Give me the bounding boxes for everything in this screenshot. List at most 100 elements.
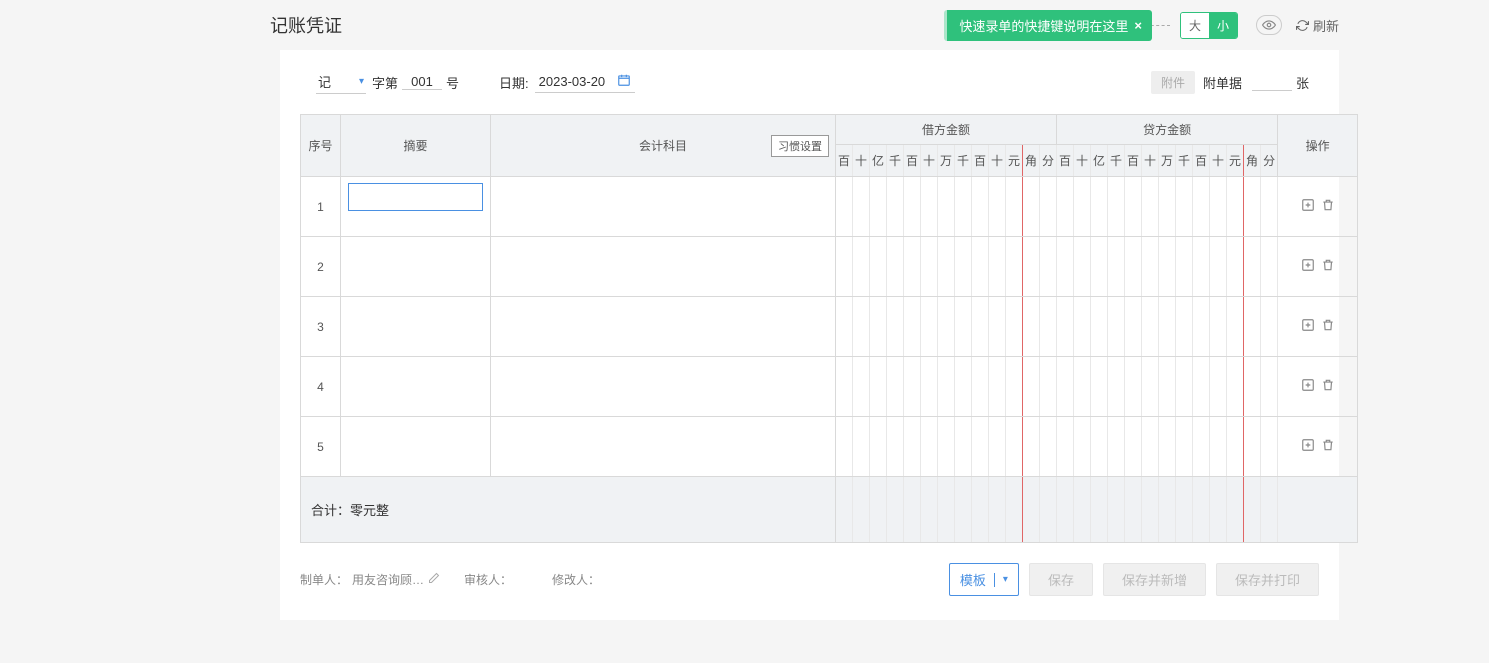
amount-digit-cell[interactable] xyxy=(1159,177,1176,237)
attach-button[interactable]: 附件 xyxy=(1151,71,1195,94)
amount-digit-cell[interactable] xyxy=(870,297,887,357)
save-button[interactable]: 保存 xyxy=(1029,563,1093,596)
amount-digit-cell[interactable] xyxy=(853,357,870,417)
add-row-icon[interactable] xyxy=(1301,441,1315,455)
account-cell[interactable] xyxy=(491,417,836,477)
amount-digit-cell[interactable] xyxy=(1108,417,1125,477)
edit-maker-icon[interactable] xyxy=(428,572,440,587)
amount-digit-cell[interactable] xyxy=(904,297,921,357)
voucher-type-select[interactable]: 记 ▾ xyxy=(316,70,366,94)
summary-cell[interactable] xyxy=(341,177,491,237)
amount-digit-cell[interactable] xyxy=(1176,237,1193,297)
amount-digit-cell[interactable] xyxy=(1176,417,1193,477)
amount-digit-cell[interactable] xyxy=(1193,177,1210,237)
amount-digit-cell[interactable] xyxy=(989,177,1006,237)
add-row-icon[interactable] xyxy=(1301,381,1315,395)
account-cell[interactable] xyxy=(491,177,836,237)
amount-digit-cell[interactable] xyxy=(1193,237,1210,297)
add-row-icon[interactable] xyxy=(1301,261,1315,275)
amount-digit-cell[interactable] xyxy=(938,177,955,237)
amount-digit-cell[interactable] xyxy=(1210,357,1227,417)
summary-cell[interactable] xyxy=(341,237,491,297)
amount-digit-cell[interactable] xyxy=(836,357,853,417)
amount-digit-cell[interactable] xyxy=(1261,237,1278,297)
account-cell[interactable] xyxy=(491,357,836,417)
summary-cell[interactable] xyxy=(341,357,491,417)
amount-digit-cell[interactable] xyxy=(972,357,989,417)
amount-digit-cell[interactable] xyxy=(1057,237,1074,297)
size-toggle[interactable]: 大 小 xyxy=(1180,12,1238,39)
amount-digit-cell[interactable] xyxy=(1023,237,1040,297)
amount-digit-cell[interactable] xyxy=(1040,177,1057,237)
amount-digit-cell[interactable] xyxy=(1091,177,1108,237)
amount-digit-cell[interactable] xyxy=(938,237,955,297)
amount-digit-cell[interactable] xyxy=(921,177,938,237)
amount-digit-cell[interactable] xyxy=(921,417,938,477)
amount-digit-cell[interactable] xyxy=(1142,297,1159,357)
amount-digit-cell[interactable] xyxy=(972,177,989,237)
amount-digit-cell[interactable] xyxy=(1040,357,1057,417)
delete-row-icon[interactable] xyxy=(1321,321,1335,335)
summary-cell[interactable] xyxy=(341,297,491,357)
amount-digit-cell[interactable] xyxy=(955,177,972,237)
amount-digit-cell[interactable] xyxy=(904,237,921,297)
save-print-button[interactable]: 保存并打印 xyxy=(1216,563,1319,596)
account-cell[interactable] xyxy=(491,237,836,297)
amount-digit-cell[interactable] xyxy=(1091,237,1108,297)
amount-digit-cell[interactable] xyxy=(1193,417,1210,477)
amount-digit-cell[interactable] xyxy=(1125,177,1142,237)
amount-digit-cell[interactable] xyxy=(836,297,853,357)
amount-digit-cell[interactable] xyxy=(1227,177,1244,237)
amount-digit-cell[interactable] xyxy=(989,357,1006,417)
amount-digit-cell[interactable] xyxy=(1125,237,1142,297)
amount-digit-cell[interactable] xyxy=(904,177,921,237)
amount-digit-cell[interactable] xyxy=(1261,357,1278,417)
amount-digit-cell[interactable] xyxy=(1142,417,1159,477)
amount-digit-cell[interactable] xyxy=(1006,177,1023,237)
amount-digit-cell[interactable] xyxy=(1091,357,1108,417)
amount-digit-cell[interactable] xyxy=(1040,297,1057,357)
amount-digit-cell[interactable] xyxy=(989,297,1006,357)
amount-digit-cell[interactable] xyxy=(836,237,853,297)
amount-digit-cell[interactable] xyxy=(1176,177,1193,237)
delete-row-icon[interactable] xyxy=(1321,441,1335,455)
amount-digit-cell[interactable] xyxy=(938,417,955,477)
amount-digit-cell[interactable] xyxy=(1108,237,1125,297)
amount-digit-cell[interactable] xyxy=(853,177,870,237)
amount-digit-cell[interactable] xyxy=(921,237,938,297)
amount-digit-cell[interactable] xyxy=(1074,237,1091,297)
amount-digit-cell[interactable] xyxy=(1261,297,1278,357)
delete-row-icon[interactable] xyxy=(1321,381,1335,395)
summary-cell[interactable] xyxy=(341,417,491,477)
amount-digit-cell[interactable] xyxy=(1091,417,1108,477)
amount-digit-cell[interactable] xyxy=(1057,297,1074,357)
amount-digit-cell[interactable] xyxy=(1159,357,1176,417)
attach-count-input[interactable] xyxy=(1252,73,1292,91)
amount-digit-cell[interactable] xyxy=(1108,177,1125,237)
amount-digit-cell[interactable] xyxy=(1210,177,1227,237)
template-button[interactable]: 模板 ▾ xyxy=(949,563,1019,596)
amount-digit-cell[interactable] xyxy=(955,237,972,297)
amount-digit-cell[interactable] xyxy=(1006,417,1023,477)
amount-digit-cell[interactable] xyxy=(1159,237,1176,297)
amount-digit-cell[interactable] xyxy=(1193,357,1210,417)
size-big[interactable]: 大 xyxy=(1181,13,1209,38)
preview-icon[interactable] xyxy=(1256,15,1282,35)
amount-digit-cell[interactable] xyxy=(1261,417,1278,477)
amount-digit-cell[interactable] xyxy=(1176,297,1193,357)
amount-digit-cell[interactable] xyxy=(1227,417,1244,477)
amount-digit-cell[interactable] xyxy=(836,417,853,477)
amount-digit-cell[interactable] xyxy=(1210,297,1227,357)
amount-digit-cell[interactable] xyxy=(921,357,938,417)
amount-digit-cell[interactable] xyxy=(1261,177,1278,237)
delete-row-icon[interactable] xyxy=(1321,201,1335,215)
amount-digit-cell[interactable] xyxy=(1125,297,1142,357)
close-icon[interactable]: × xyxy=(1134,18,1142,33)
amount-digit-cell[interactable] xyxy=(904,357,921,417)
amount-digit-cell[interactable] xyxy=(1159,297,1176,357)
amount-digit-cell[interactable] xyxy=(1023,357,1040,417)
account-cell[interactable] xyxy=(491,297,836,357)
amount-digit-cell[interactable] xyxy=(989,237,1006,297)
amount-digit-cell[interactable] xyxy=(1006,357,1023,417)
amount-digit-cell[interactable] xyxy=(853,297,870,357)
